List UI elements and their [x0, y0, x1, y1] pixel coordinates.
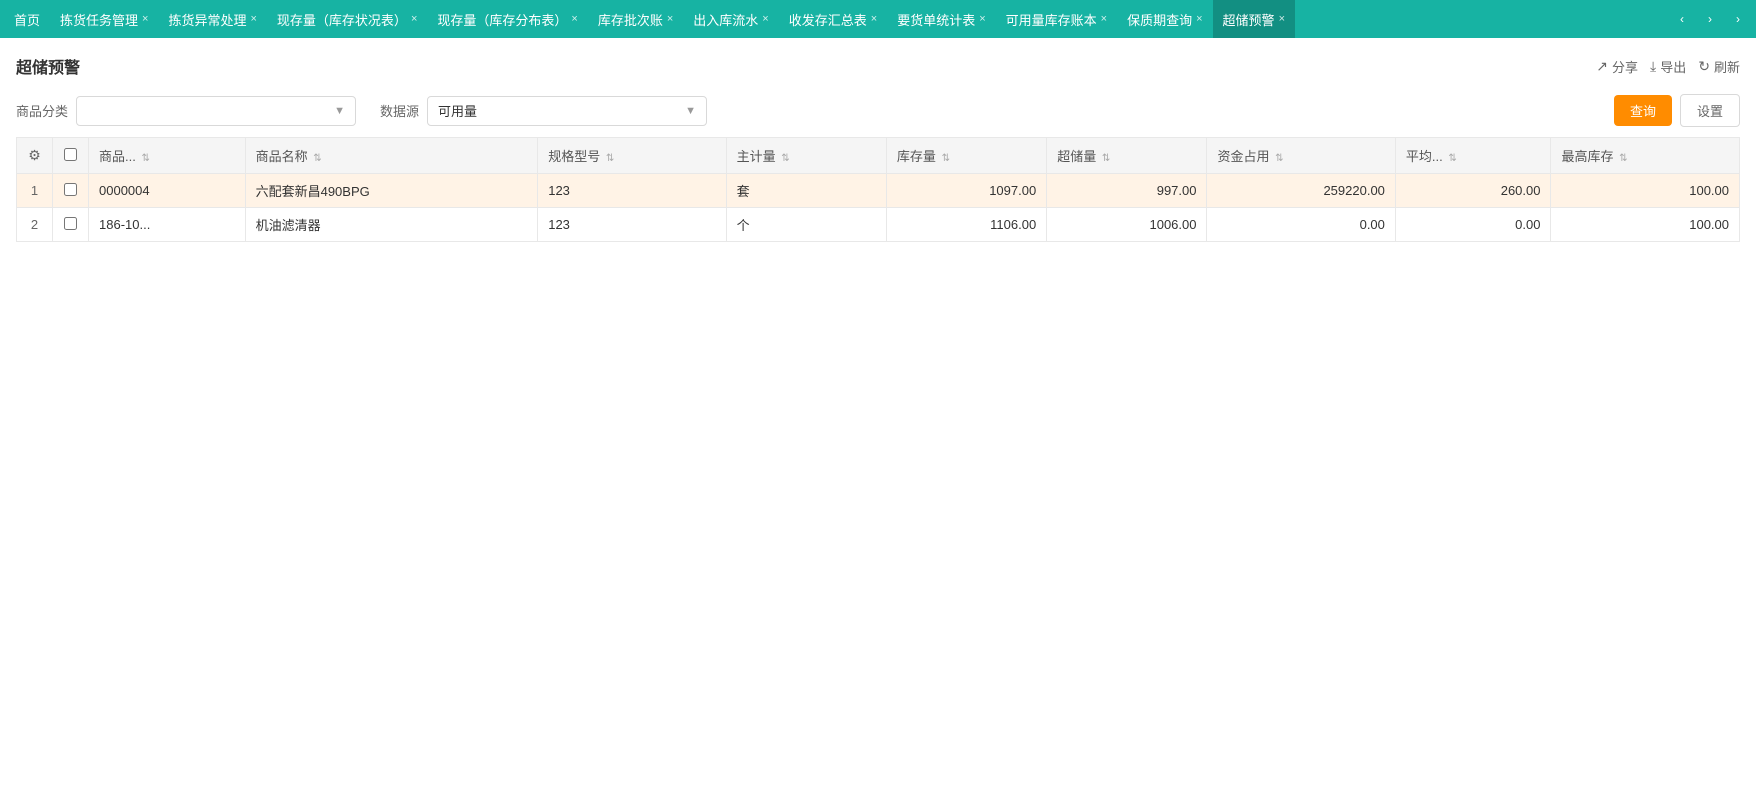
cell-product-name: 机油滤清器 [245, 208, 538, 242]
col-spec[interactable]: 规格型号 ⇅ [538, 138, 726, 174]
cell-avg: 0.00 [1395, 208, 1551, 242]
export-button[interactable]: ⤓ 导出 [1650, 57, 1686, 76]
cell-unit: 个 [726, 208, 886, 242]
cell-spec: 123 [538, 174, 726, 208]
cell-capital: 0.00 [1207, 208, 1395, 242]
sort-icon-product-name: ⇅ [313, 153, 321, 164]
data-table: ⚙ 商品... ⇅ 商品名称 ⇅ 规格型号 ⇅ 主计量 [16, 137, 1740, 242]
page-content: 超储预警 ↗ 分享 ⤓ 导出 ↻ 刷新 商品分类 ▼ [0, 38, 1756, 800]
datasource-filter-group: 数据源 可用量 ▼ [380, 96, 707, 126]
col-overstock[interactable]: 超储量 ⇅ [1047, 138, 1207, 174]
nav-close-batch[interactable]: × [667, 13, 673, 25]
cell-product-name: 六配套新昌490BPG [245, 174, 538, 208]
datasource-chevron-icon: ▼ [685, 105, 696, 117]
datasource-select[interactable]: 可用量 ▼ [427, 96, 707, 126]
share-button[interactable]: ↗ 分享 [1596, 57, 1638, 76]
col-avg[interactable]: 平均... ⇅ [1395, 138, 1551, 174]
sort-icon-capital: ⇅ [1275, 153, 1283, 164]
nav-prev-arrow[interactable]: ‹ [1668, 0, 1696, 38]
nav-item-task-mgmt[interactable]: 拣货任务管理 × [50, 0, 158, 38]
cell-unit: 套 [726, 174, 886, 208]
sort-icon-stock: ⇅ [942, 153, 950, 164]
export-icon: ⤓ [1650, 58, 1656, 75]
nav-close-stock-status[interactable]: × [411, 13, 417, 25]
nav-close-expiry[interactable]: × [1196, 13, 1202, 25]
col-product-code[interactable]: 商品... ⇅ [89, 138, 246, 174]
cell-spec: 123 [538, 208, 726, 242]
table-row: 2 186-10... 机油滤清器 123 个 1106.00 1006.00 … [17, 208, 1740, 242]
row-checkbox[interactable] [64, 217, 77, 230]
sort-icon-spec: ⇅ [606, 153, 614, 164]
col-stock[interactable]: 库存量 ⇅ [886, 138, 1046, 174]
table-header-row: ⚙ 商品... ⇅ 商品名称 ⇅ 规格型号 ⇅ 主计量 [17, 138, 1740, 174]
page-header: 超储预警 ↗ 分享 ⤓ 导出 ↻ 刷新 [16, 54, 1740, 78]
nav-more-arrow[interactable]: › [1724, 0, 1752, 38]
row-num: 1 [17, 174, 53, 208]
row-checkbox[interactable] [64, 183, 77, 196]
nav-item-order-stat[interactable]: 要货单统计表 × [887, 0, 995, 38]
nav-item-batch[interactable]: 库存批次账 × [588, 0, 683, 38]
cell-stock: 1097.00 [886, 174, 1046, 208]
page-title: 超储预警 [16, 54, 80, 78]
nav-close-stock-dist[interactable]: × [571, 13, 577, 25]
sort-icon-avg: ⇅ [1448, 153, 1456, 164]
refresh-button[interactable]: ↻ 刷新 [1698, 57, 1740, 76]
category-select[interactable]: ▼ [76, 96, 356, 126]
cell-product-code: 0000004 [89, 174, 246, 208]
nav-item-avail-stock[interactable]: 可用量库存账本 × [996, 0, 1117, 38]
col-capital[interactable]: 资金占用 ⇅ [1207, 138, 1395, 174]
cell-capital: 259220.00 [1207, 174, 1395, 208]
cell-avg: 260.00 [1395, 174, 1551, 208]
datasource-select-value: 可用量 [438, 101, 477, 120]
nav-close-inout-flow[interactable]: × [762, 13, 768, 25]
sort-icon-overstock: ⇅ [1102, 153, 1110, 164]
category-chevron-icon: ▼ [334, 105, 345, 117]
sort-icon-max-stock: ⇅ [1619, 153, 1627, 164]
query-button[interactable]: 查询 [1614, 95, 1672, 126]
header-actions: ↗ 分享 ⤓ 导出 ↻ 刷新 [1596, 57, 1740, 76]
nav-close-collect[interactable]: × [871, 13, 877, 25]
settings-gear-icon[interactable]: ⚙ [28, 147, 41, 163]
cell-stock: 1106.00 [886, 208, 1046, 242]
nav-right-section: ‹ › › [1668, 0, 1752, 38]
nav-next-arrow[interactable]: › [1696, 0, 1724, 38]
category-label: 商品分类 [16, 101, 68, 120]
sort-icon-unit: ⇅ [781, 153, 789, 164]
cell-overstock: 997.00 [1047, 174, 1207, 208]
share-icon: ↗ [1596, 58, 1608, 75]
cell-overstock: 1006.00 [1047, 208, 1207, 242]
datasource-label: 数据源 [380, 101, 419, 120]
nav-close-overstock[interactable]: × [1279, 13, 1285, 25]
sort-icon-product-code: ⇅ [141, 153, 149, 164]
row-num: 2 [17, 208, 53, 242]
row-checkbox-cell [53, 208, 89, 242]
col-checkbox [53, 138, 89, 174]
cell-max-stock: 100.00 [1551, 208, 1740, 242]
nav-item-abnormal[interactable]: 拣货异常处理 × [158, 0, 266, 38]
row-checkbox-cell [53, 174, 89, 208]
nav-bar: 首页 拣货任务管理 × 拣货异常处理 × 现存量（库存状况表） × 现存量（库存… [0, 0, 1756, 38]
nav-item-expiry[interactable]: 保质期查询 × [1117, 0, 1212, 38]
nav-close-avail-stock[interactable]: × [1101, 13, 1107, 25]
nav-item-stock-status[interactable]: 现存量（库存状况表） × [267, 0, 427, 38]
nav-close-abnormal[interactable]: × [250, 13, 256, 25]
nav-item-overstock[interactable]: 超储预警 × [1213, 0, 1295, 38]
nav-item-home[interactable]: 首页 [4, 0, 50, 38]
nav-close-order-stat[interactable]: × [979, 13, 985, 25]
nav-close-task-mgmt[interactable]: × [142, 13, 148, 25]
col-product-name[interactable]: 商品名称 ⇅ [245, 138, 538, 174]
nav-item-collect[interactable]: 收发存汇总表 × [779, 0, 887, 38]
col-unit[interactable]: 主计量 ⇅ [726, 138, 886, 174]
col-max-stock[interactable]: 最高库存 ⇅ [1551, 138, 1740, 174]
category-filter-group: 商品分类 ▼ [16, 96, 356, 126]
nav-item-inout-flow[interactable]: 出入库流水 × [683, 0, 778, 38]
refresh-icon: ↻ [1698, 58, 1710, 75]
table-row: 1 0000004 六配套新昌490BPG 123 套 1097.00 997.… [17, 174, 1740, 208]
cell-product-code: 186-10... [89, 208, 246, 242]
select-all-checkbox[interactable] [64, 148, 77, 161]
col-settings: ⚙ [17, 138, 53, 174]
nav-item-stock-dist[interactable]: 现存量（库存分布表） × [427, 0, 587, 38]
cell-max-stock: 100.00 [1551, 174, 1740, 208]
settings-button[interactable]: 设置 [1680, 94, 1740, 127]
